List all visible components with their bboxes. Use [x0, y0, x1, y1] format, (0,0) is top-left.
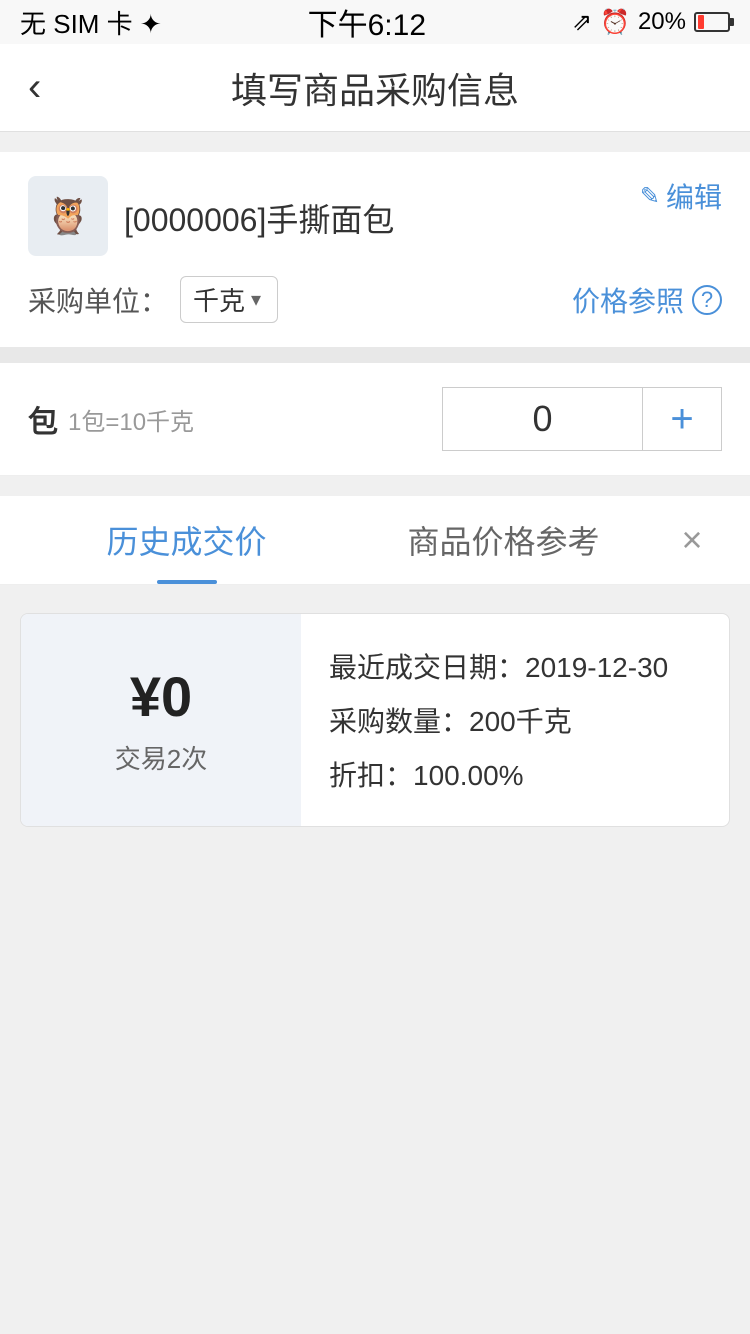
- transaction-price: ¥0: [130, 664, 192, 729]
- unit-left: 采购单位： 千克 ▾: [28, 276, 278, 323]
- transaction-left: ¥0 交易2次: [21, 614, 301, 826]
- transaction-count: 交易2次: [115, 739, 207, 776]
- tab-history-price[interactable]: 历史成交价: [28, 496, 345, 584]
- quantity-input[interactable]: 0: [442, 387, 642, 451]
- nav-bar: ‹ 填写商品采购信息: [0, 44, 750, 132]
- product-thumbnail: 🦉: [28, 176, 108, 256]
- page-title: 填写商品采购信息: [231, 62, 519, 114]
- edit-button[interactable]: ✎ 编辑: [640, 176, 722, 216]
- status-time: 下午6:12: [308, 0, 426, 44]
- sim-text: 无 SIM 卡 ✦: [20, 4, 162, 41]
- product-name: [0000006]手撕面包: [124, 195, 394, 241]
- divider-strip: [0, 347, 750, 363]
- quantity-hint: 1包=10千克: [68, 402, 194, 437]
- quantity-row: 包 1包=10千克 0 +: [0, 363, 750, 476]
- quantity-plus-button[interactable]: +: [642, 387, 722, 451]
- discount-row: 折扣：100.00%: [329, 754, 701, 794]
- quantity-control: 0 +: [442, 387, 722, 451]
- edit-label: 编辑: [666, 176, 722, 216]
- battery-percent: 20%: [638, 8, 686, 36]
- product-unit-row: 采购单位： 千克 ▾ 价格参照 ?: [28, 276, 722, 323]
- purchase-qty-row: 采购数量：200千克: [329, 700, 701, 740]
- tab-price-ref[interactable]: 商品价格参考: [345, 496, 662, 584]
- tabs-container: 历史成交价 商品价格参考 ×: [0, 496, 750, 585]
- transaction-right: 最近成交日期：2019-12-30 采购数量：200千克 折扣：100.00%: [301, 614, 729, 826]
- tabs-row: 历史成交价 商品价格参考 ×: [0, 496, 750, 584]
- unit-value: 千克: [193, 281, 245, 318]
- unit-select[interactable]: 千克 ▾: [180, 276, 278, 323]
- tab-underline: [157, 580, 217, 584]
- alarm-icon: ⏰: [600, 8, 630, 37]
- location-icon: ⇗: [572, 8, 592, 37]
- quantity-label: 包 1包=10千克: [28, 397, 194, 441]
- tab-history-label: 历史成交价: [106, 517, 266, 563]
- content-area: ¥0 交易2次 最近成交日期：2019-12-30 采购数量：200千克 折扣：…: [0, 613, 750, 1213]
- battery-icon: [694, 12, 730, 32]
- status-right: ⇗ ⏰ 20%: [572, 8, 730, 37]
- status-left: 无 SIM 卡 ✦: [20, 4, 162, 41]
- tab-price-ref-label: 商品价格参考: [407, 517, 599, 563]
- price-ref-label: 价格参照: [572, 280, 684, 320]
- price-ref-button[interactable]: 价格参照 ?: [572, 280, 722, 320]
- unit-label: 采购单位：: [28, 280, 168, 320]
- edit-icon: ✎: [640, 182, 660, 211]
- product-left: 🦉 [0000006]手撕面包: [28, 176, 394, 256]
- product-card: 🦉 [0000006]手撕面包 ✎ 编辑 采购单位： 千克 ▾ 价格参照 ?: [0, 152, 750, 347]
- recent-date-row: 最近成交日期：2019-12-30: [329, 646, 701, 686]
- product-logo-icon: 🦉: [46, 195, 91, 237]
- product-header: 🦉 [0000006]手撕面包 ✎ 编辑: [28, 176, 722, 256]
- quantity-value: 0: [532, 398, 552, 440]
- help-circle-icon: ?: [692, 285, 722, 315]
- unit-badge: 包: [28, 397, 58, 441]
- tab-close-button[interactable]: ×: [662, 510, 722, 570]
- chevron-down-icon: ▾: [251, 287, 261, 312]
- transaction-card: ¥0 交易2次 最近成交日期：2019-12-30 采购数量：200千克 折扣：…: [20, 613, 730, 827]
- back-button[interactable]: ‹: [28, 65, 41, 110]
- status-bar: 无 SIM 卡 ✦ 下午6:12 ⇗ ⏰ 20%: [0, 0, 750, 44]
